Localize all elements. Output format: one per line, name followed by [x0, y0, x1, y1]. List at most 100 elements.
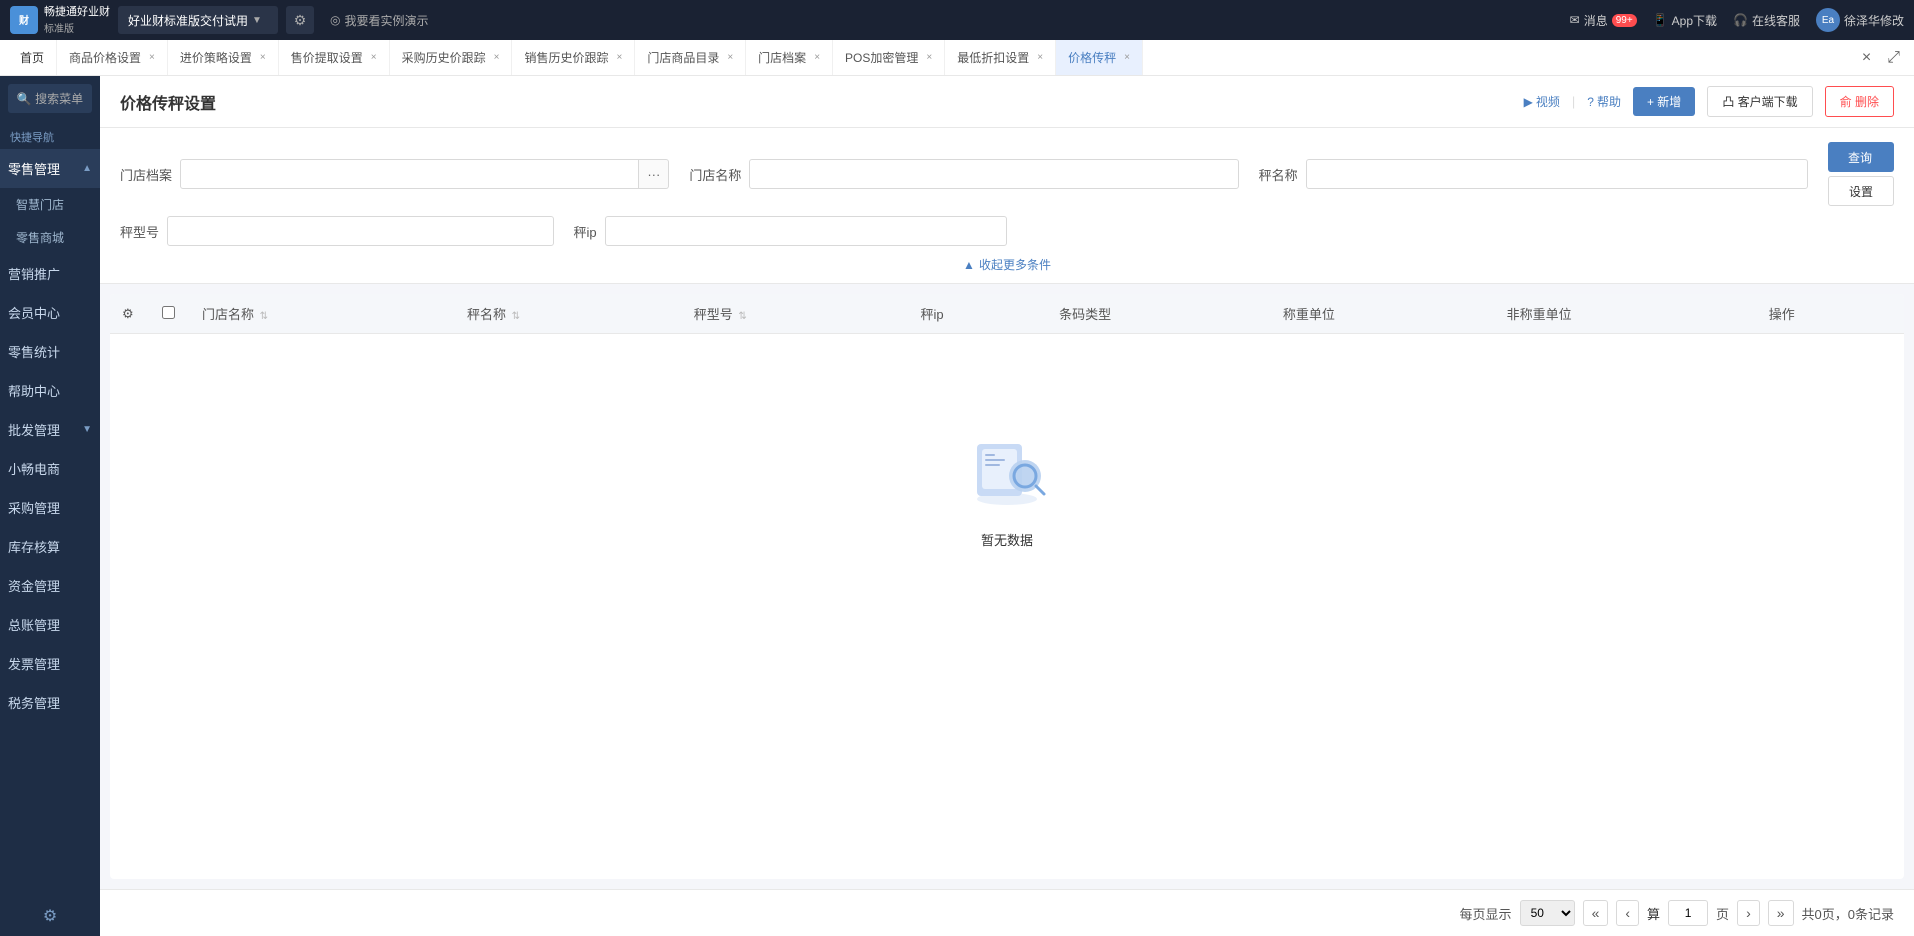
headset-icon: 🎧 [1733, 13, 1748, 27]
tab-store-catalog[interactable]: 门店商品目录 × [635, 40, 746, 76]
page-number-input[interactable] [1668, 900, 1708, 926]
next-page-icon: › [1746, 905, 1751, 921]
sidebar-search-button[interactable]: 🔍 搜索菜单 [8, 84, 92, 113]
tab-expand-button[interactable]: ⤢ [1881, 47, 1906, 69]
sort-icon: ⇅ [260, 311, 268, 322]
chevron-down-icon: ▼ [82, 424, 92, 435]
gear-icon[interactable]: ⚙ [122, 306, 134, 321]
tab-pos-close[interactable]: × [926, 52, 932, 63]
plan-label: 好业财标准版交付试用 [128, 12, 248, 29]
message-button[interactable]: ✉ 消息 99+ [1570, 12, 1637, 29]
content-area: 价格传秤设置 ▶ 视频 | ? 帮助 + 新增 凸 客户端下载 俞 [100, 76, 1914, 936]
prev-page-button[interactable]: ‹ [1616, 900, 1639, 926]
scale-name-input[interactable] [1306, 159, 1808, 189]
store-name-input[interactable] [749, 159, 1238, 189]
th-scale-name-label: 秤名称 [467, 307, 506, 322]
tab-product-price[interactable]: 商品价格设置 × [57, 40, 168, 76]
online-service-button[interactable]: 🎧 在线客服 [1733, 12, 1800, 29]
empty-text: 暂无数据 [981, 530, 1033, 549]
tab-product-price-close[interactable]: × [149, 52, 155, 63]
sidebar-item-member[interactable]: 会员中心 [0, 293, 100, 332]
th-weight-unit: 称重单位 [1271, 294, 1495, 334]
store-archive-input[interactable] [180, 159, 639, 189]
sidebar-item-purchase-label: 采购管理 [8, 498, 60, 517]
last-page-button[interactable]: » [1768, 900, 1794, 926]
sidebar-item-ledger[interactable]: 总账管理 [0, 605, 100, 644]
tab-purchase-strategy-label: 进价策略设置 [180, 49, 252, 66]
tab-sale-price-label: 售价提取设置 [291, 49, 363, 66]
sidebar-item-marketing[interactable]: 营销推广 [0, 254, 100, 293]
page-label: 页 [1716, 904, 1729, 923]
tab-purchase-history-close[interactable]: × [494, 52, 500, 63]
download-button[interactable]: 凸 客户端下载 [1707, 86, 1812, 117]
page-size-select[interactable]: 10 20 50 100 [1520, 900, 1575, 926]
collapse-button[interactable]: ▲ 收起更多条件 [120, 256, 1894, 273]
tab-pos[interactable]: POS加密管理 × [833, 40, 945, 76]
tab-min-discount-close[interactable]: × [1037, 52, 1043, 63]
tab-price-scale[interactable]: 价格传秤 × [1056, 40, 1143, 76]
tab-min-discount[interactable]: 最低折扣设置 × [945, 40, 1056, 76]
download-label: 凸 客户端下载 [1722, 93, 1797, 110]
th-weight-unit-label: 称重单位 [1283, 307, 1335, 322]
help-label: 帮助 [1597, 93, 1621, 110]
sidebar-item-retail-mall-label: 零售商城 [16, 231, 64, 245]
tab-purchase-strategy[interactable]: 进价策略设置 × [168, 40, 279, 76]
query-button[interactable]: 查询 [1828, 142, 1894, 172]
tab-store-catalog-label: 门店商品目录 [647, 49, 719, 66]
th-scale-ip: 秤ip [908, 294, 1047, 334]
sidebar-item-retail-management[interactable]: 零售管理 ▲ [0, 149, 100, 188]
tab-purchase-history[interactable]: 采购历史价跟踪 × [390, 40, 513, 76]
sidebar-item-ecommerce[interactable]: 小畅电商 [0, 449, 100, 488]
sidebar-item-tax[interactable]: 税务管理 [0, 683, 100, 722]
sidebar-item-tax-label: 税务管理 [8, 693, 60, 712]
sidebar-item-help[interactable]: 帮助中心 [0, 371, 100, 410]
sidebar-item-inventory[interactable]: 库存核算 [0, 527, 100, 566]
plan-selector[interactable]: 好业财标准版交付试用 ▼ [118, 6, 278, 34]
play-icon: ▶ [1524, 95, 1533, 109]
avatar: Ea [1816, 8, 1840, 32]
tab-store-archive[interactable]: 门店档案 × [746, 40, 833, 76]
store-archive-input-group: ··· [180, 159, 669, 189]
user-menu[interactable]: Ea 徐泽华修改 [1816, 8, 1904, 32]
tab-price-scale-close[interactable]: × [1124, 52, 1130, 63]
filter-settings-button[interactable]: 设置 [1828, 176, 1894, 206]
select-all-checkbox[interactable] [162, 306, 175, 319]
tab-sales-history[interactable]: 销售历史价跟踪 × [512, 40, 635, 76]
sidebar-item-purchase[interactable]: 采购管理 [0, 488, 100, 527]
delete-button[interactable]: 俞 删除 [1825, 86, 1894, 117]
sidebar-item-retail-mall[interactable]: 零售商城 [0, 221, 100, 254]
empty-state: 暂无数据 [110, 334, 1904, 629]
tab-pos-label: POS加密管理 [845, 49, 918, 66]
store-archive-ellipsis-button[interactable]: ··· [639, 159, 669, 189]
sidebar-item-wholesale[interactable]: 批发管理 ▼ [0, 410, 100, 449]
tab-sale-price-close[interactable]: × [371, 52, 377, 63]
settings-button[interactable]: ⚙ [286, 6, 314, 34]
sidebar-item-retail-stats[interactable]: 零售统计 [0, 332, 100, 371]
tab-bar: 首页 商品价格设置 × 进价策略设置 × 售价提取设置 × 采购历史价跟踪 × … [0, 40, 1914, 76]
page-header: 价格传秤设置 ▶ 视频 | ? 帮助 + 新增 凸 客户端下载 俞 [100, 76, 1914, 128]
sidebar-item-smart-store[interactable]: 智慧门店 [0, 188, 100, 221]
app-download-button[interactable]: 📱 App下载 [1653, 12, 1717, 29]
tab-purchase-strategy-close[interactable]: × [260, 52, 266, 63]
sidebar-gear-icon[interactable]: ⚙ [43, 908, 57, 925]
demo-button[interactable]: ◎ 我要看实例演示 [330, 12, 429, 29]
tab-close-all-button[interactable]: × [1856, 47, 1877, 69]
sidebar-item-finance[interactable]: 资金管理 [0, 566, 100, 605]
scale-model-input[interactable] [167, 216, 553, 246]
video-link[interactable]: ▶ 视频 [1524, 93, 1560, 110]
tab-price-scale-label: 价格传秤 [1068, 49, 1116, 66]
next-page-button[interactable]: › [1737, 900, 1760, 926]
add-button[interactable]: + 新增 [1633, 87, 1695, 116]
sidebar-item-member-label: 会员中心 [8, 303, 60, 322]
tab-sale-price[interactable]: 售价提取设置 × [279, 40, 390, 76]
tab-store-archive-close[interactable]: × [814, 52, 820, 63]
tab-home[interactable]: 首页 [8, 40, 57, 76]
filter-scale-ip-label: 秤ip [574, 222, 597, 241]
delete-label: 俞 删除 [1840, 93, 1879, 110]
tab-store-catalog-close[interactable]: × [727, 52, 733, 63]
first-page-button[interactable]: « [1583, 900, 1609, 926]
scale-ip-input[interactable] [605, 216, 1007, 246]
sidebar-item-invoice[interactable]: 发票管理 [0, 644, 100, 683]
help-link[interactable]: ? 帮助 [1587, 93, 1621, 110]
tab-sales-history-close[interactable]: × [616, 52, 622, 63]
